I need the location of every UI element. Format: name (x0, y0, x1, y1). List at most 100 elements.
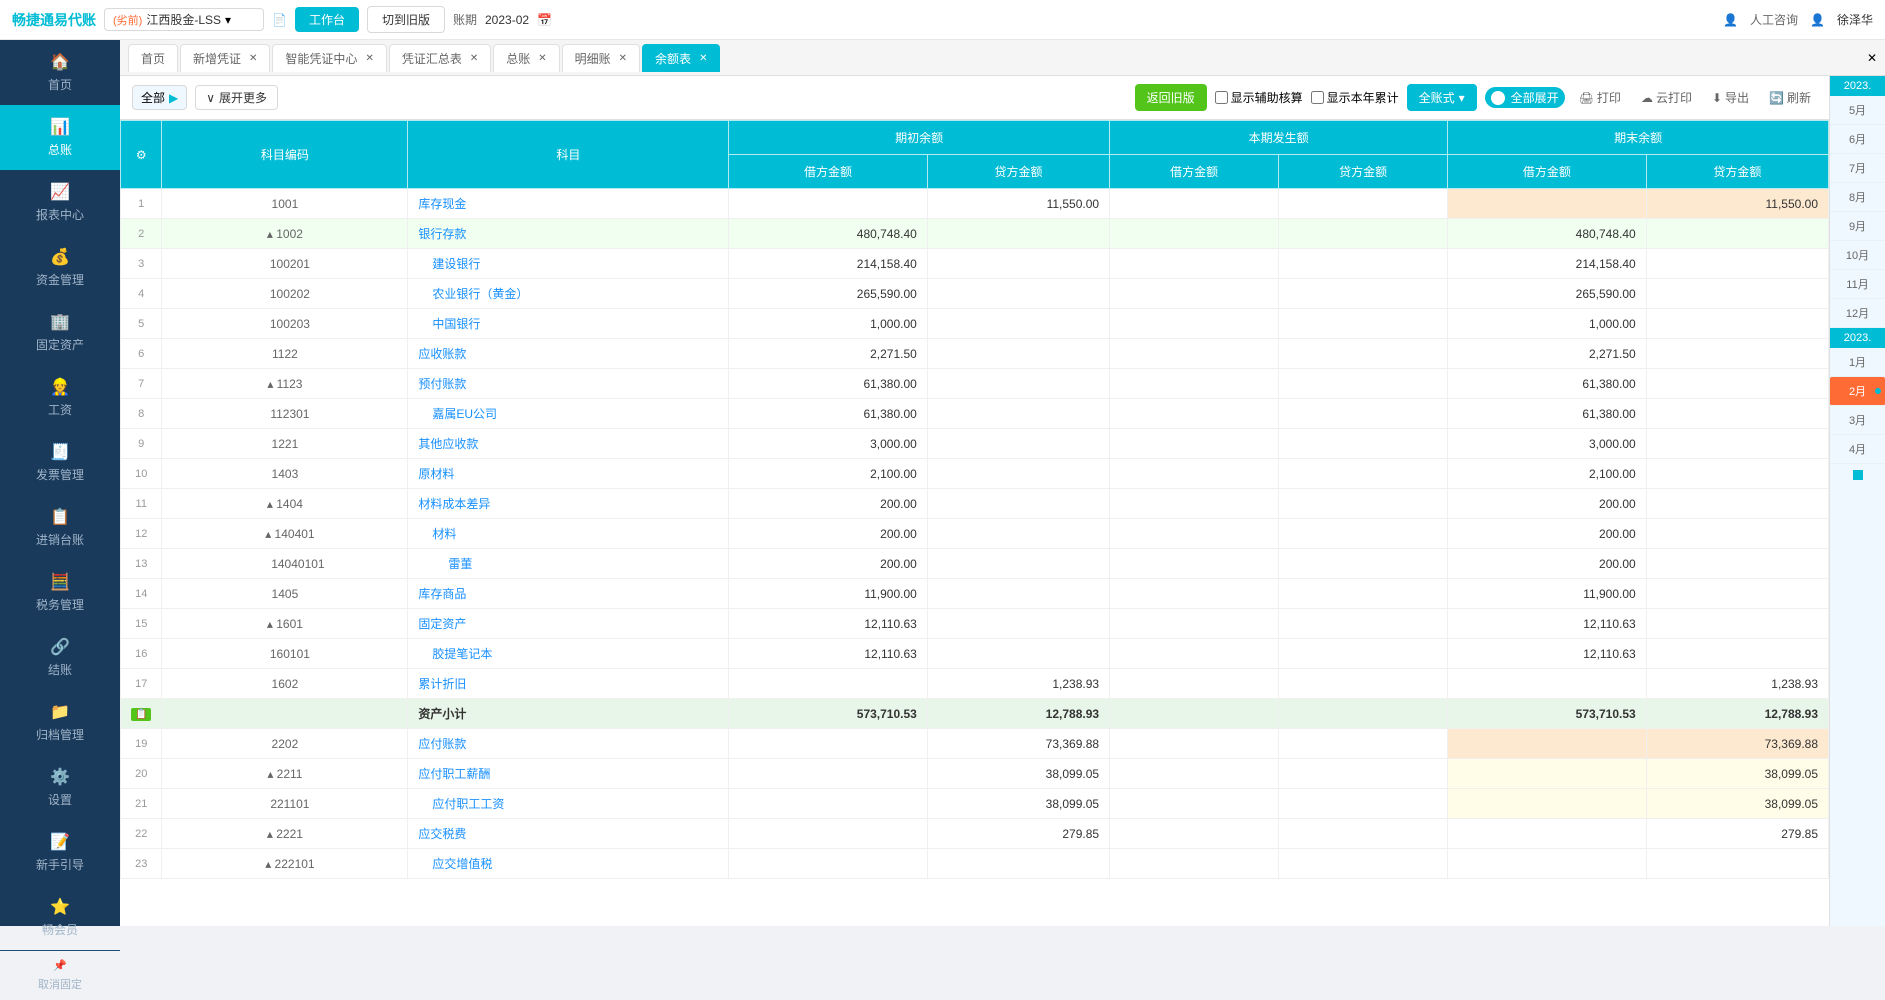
cell-name[interactable]: 累计折旧 (408, 669, 729, 699)
cell-amount (1646, 399, 1828, 429)
cell-num: 11 (121, 489, 162, 519)
tab-balance[interactable]: 余额表 ✕ (642, 44, 720, 72)
cell-name[interactable]: 其他应收款 (408, 429, 729, 459)
filter-all[interactable]: 全部 ▶ (132, 85, 187, 110)
balance-close[interactable]: ✕ (699, 53, 707, 64)
cell-amount (1279, 189, 1448, 219)
cell-name[interactable]: 固定资产 (408, 609, 729, 639)
cell-amount: 38,099.05 (927, 789, 1109, 819)
month-12[interactable]: 12月 (1830, 299, 1885, 328)
cell-name[interactable]: 应付账款 (408, 729, 729, 759)
voucher-summary-close[interactable]: ✕ (470, 53, 478, 64)
general-ledger-close[interactable]: ✕ (538, 53, 546, 64)
sidebar-item-guide[interactable]: 📝 新手引导 (0, 820, 120, 885)
cell-name[interactable]: 建设银行 (408, 249, 729, 279)
cell-name[interactable]: 库存商品 (408, 579, 729, 609)
expand-all-toggle[interactable]: 全部展开 (1485, 87, 1565, 108)
refresh-btn[interactable]: 🔄 刷新 (1763, 86, 1817, 109)
sidebar-item-ledger[interactable]: 📊 总账 (0, 105, 120, 170)
cell-name[interactable]: 应收账款 (408, 339, 729, 369)
month-5[interactable]: 5月 (1830, 96, 1885, 125)
tab-home[interactable]: 首页 (128, 44, 178, 72)
cell-name[interactable]: 预付账款 (408, 369, 729, 399)
year-acc-checkbox[interactable]: 显示本年累计 (1311, 89, 1399, 106)
cell-code: 1122 (162, 339, 408, 369)
aux-calc-checkbox[interactable]: 显示辅助核算 (1215, 89, 1303, 106)
month-4[interactable]: 4月 (1830, 435, 1885, 464)
calendar-icon[interactable]: 📅 (537, 13, 552, 27)
doc-icon[interactable]: 📄 (272, 13, 287, 27)
tab-new-voucher[interactable]: 新增凭证 ✕ (180, 44, 270, 72)
cell-name[interactable]: 农业银行（黄金） (408, 279, 729, 309)
cell-name[interactable]: 胶提笔记本 (408, 639, 729, 669)
month-10[interactable]: 10月 (1830, 241, 1885, 270)
cell-amount (1110, 429, 1279, 459)
month-7[interactable]: 7月 (1830, 154, 1885, 183)
cell-name[interactable]: 应交税费 (408, 819, 729, 849)
tab-detail-ledger[interactable]: 明细账 ✕ (562, 44, 640, 72)
month-6[interactable]: 6月 (1830, 125, 1885, 154)
month-9[interactable]: 9月 (1830, 212, 1885, 241)
print-btn[interactable]: 🖨 打印 (1573, 86, 1627, 109)
sidebar-item-invoice[interactable]: 🧾 发票管理 (0, 430, 120, 495)
sidebar-item-settings[interactable]: ⚙️ 设置 (0, 755, 120, 820)
ledger-icon: 📊 (50, 117, 70, 137)
cell-name[interactable]: 原材料 (408, 459, 729, 489)
cell-name[interactable]: 雷董 (408, 549, 729, 579)
workbench-button[interactable]: 工作台 (295, 7, 359, 32)
cell-name[interactable]: 银行存款 (408, 219, 729, 249)
month-8[interactable]: 8月 (1830, 183, 1885, 212)
cell-code: ▴ 1601 (162, 609, 408, 639)
sidebar-item-salary[interactable]: 👷 工资 (0, 365, 120, 430)
cell-name[interactable]: 中国银行 (408, 309, 729, 339)
sidebar-item-reports[interactable]: 📈 报表中心 (0, 170, 120, 235)
sidebar-item-tax[interactable]: 🧮 税务管理 (0, 560, 120, 625)
sidebar-item-funds[interactable]: 💰 资金管理 (0, 235, 120, 300)
cell-code: ▴ 1002 (162, 219, 408, 249)
company-dropdown-icon: ▾ (225, 13, 231, 27)
smart-voucher-close[interactable]: ✕ (365, 53, 373, 64)
cloud-print-btn[interactable]: ☁ 云打印 (1635, 86, 1698, 109)
year-acc-input[interactable] (1311, 91, 1324, 104)
tab-smart-voucher[interactable]: 智能凭证中心 ✕ (272, 44, 386, 72)
cell-name[interactable]: 嘉属EU公司 (408, 399, 729, 429)
export-btn[interactable]: ⬇ 导出 (1706, 86, 1755, 109)
sidebar-item-archive[interactable]: 📁 归档管理 (0, 690, 120, 755)
sidebar-bottom-unpin[interactable]: 📌 取消固定 (0, 950, 120, 1000)
cell-code: ▴ 1404 (162, 489, 408, 519)
month-11[interactable]: 11月 (1830, 270, 1885, 299)
cell-name[interactable]: 应付职工工资 (408, 789, 729, 819)
tab-general-ledger[interactable]: 总账 ✕ (493, 44, 559, 72)
aux-calc-input[interactable] (1215, 91, 1228, 104)
sidebar-item-closing[interactable]: 🔗 结账 (0, 625, 120, 690)
cell-amount (1448, 819, 1647, 849)
expand-more-btn[interactable]: ∨ 展开更多 (195, 85, 278, 110)
detail-ledger-close[interactable]: ✕ (619, 53, 627, 64)
tab-voucher-summary[interactable]: 凭证汇总表 ✕ (389, 44, 491, 72)
tab-close-all[interactable]: ✕ (1867, 51, 1877, 65)
invoice-icon: 🧾 (50, 442, 70, 462)
sidebar-item-purchase[interactable]: 📋 进销台账 (0, 495, 120, 560)
cell-name[interactable]: 材料 (408, 519, 729, 549)
consultant-label[interactable]: 人工咨询 (1750, 11, 1798, 28)
cell-name[interactable]: 应付职工薪酬 (408, 759, 729, 789)
main-panel: 全部 ▶ ∨ 展开更多 返回旧版 显示辅助核算 (120, 76, 1829, 926)
cell-name[interactable]: 材料成本差异 (408, 489, 729, 519)
month-2[interactable]: 2月 (1830, 377, 1885, 406)
cell-name[interactable]: 应交增值税 (408, 849, 729, 879)
sidebar-item-home[interactable]: 🏠 首页 (0, 40, 120, 105)
month-3[interactable]: 3月 (1830, 406, 1885, 435)
month-1[interactable]: 1月 (1830, 348, 1885, 377)
new-voucher-close[interactable]: ✕ (249, 53, 257, 64)
cell-amount (1110, 699, 1279, 729)
sidebar-item-member[interactable]: ⭐ 畅会员 (0, 885, 120, 950)
company-selector[interactable]: (劣前) 江西股金-LSS ▾ (104, 8, 264, 31)
sidebar-item-assets[interactable]: 🏢 固定资产 (0, 300, 120, 365)
return-old-btn[interactable]: 返回旧版 (1135, 84, 1207, 111)
sidebar-label-funds: 资金管理 (36, 271, 84, 288)
cell-amount (1110, 219, 1279, 249)
old-version-button[interactable]: 切到旧版 (367, 6, 445, 33)
cell-amount (1110, 189, 1279, 219)
cell-name[interactable]: 库存现金 (408, 189, 729, 219)
all-mode-btn[interactable]: 全账式 ▾ (1407, 84, 1477, 111)
